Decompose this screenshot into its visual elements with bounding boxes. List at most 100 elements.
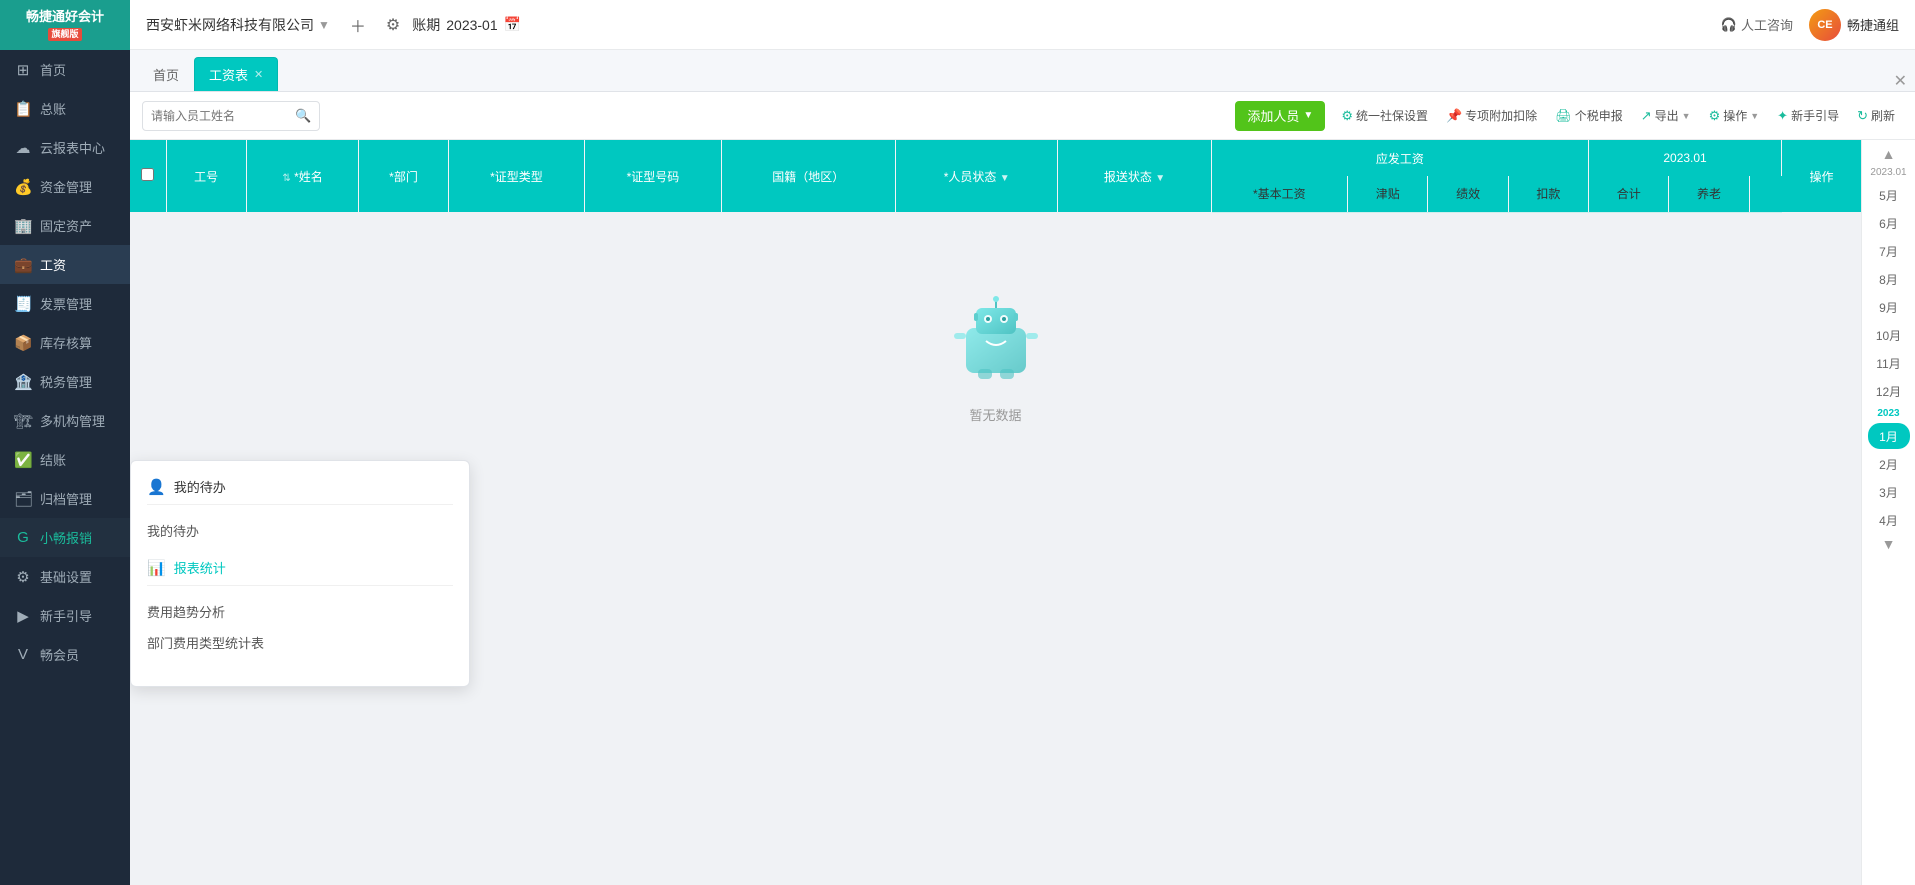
sidebar-item-multi-org[interactable]: 🏗 多机构管理 <box>0 401 130 440</box>
export-btn[interactable]: ↗ 导出 ▼ <box>1633 103 1699 128</box>
toolbar-actions: ⚙ 统一社保设置 📌 专项附加扣除 🖨 个税申报 ↗ 导出 ▼ ⚙ 操作 ▼ <box>1333 103 1903 128</box>
popup-card: 👤 我的待办 我的待办 📊 报表统计 费用趋势分析 部门费用类型统计表 <box>130 460 470 687</box>
sidebar-item-fund-mgmt[interactable]: 💰 资金管理 <box>0 167 130 206</box>
sidebar-label-archive: 归档管理 <box>40 489 92 508</box>
popup-section-reports: 📊 报表统计 费用趋势分析 部门费用类型统计表 <box>147 558 453 658</box>
close-all-tabs[interactable]: ✕ <box>1894 71 1907 91</box>
user-profile[interactable]: CE 畅捷通组 <box>1809 9 1899 41</box>
empty-text: 暂无数据 <box>969 405 1021 424</box>
search-input[interactable] <box>151 109 291 123</box>
timeline-month-11[interactable]: 11月 <box>1868 350 1910 376</box>
sidebar-item-settle[interactable]: ✅ 结账 <box>0 440 130 479</box>
sidebar-icon-cloud-report: ☁ <box>14 139 32 157</box>
app-logo: 畅捷通好会计 旗舰版 <box>0 0 130 50</box>
th-deductions: 扣款 <box>1508 176 1588 212</box>
unified-social-btn[interactable]: ⚙ 统一社保设置 <box>1333 103 1436 128</box>
support-label: 人工咨询 <box>1741 15 1793 34</box>
th-base-salary: *基本工资 <box>1211 176 1347 212</box>
timeline-month-10[interactable]: 10月 <box>1868 322 1910 348</box>
th-2023-01: 2023.01 <box>1589 140 1782 176</box>
checkbox-header[interactable] <box>130 140 166 212</box>
th-allowance: 津贴 <box>1348 176 1428 212</box>
new-guide-btn[interactable]: ✦ 新手引导 <box>1769 103 1847 128</box>
timeline-up-nav[interactable]: ▲ <box>1874 144 1904 164</box>
sidebar-item-cloud-report[interactable]: ☁ 云报表中心 <box>0 128 130 167</box>
th-should-pay: 应发工资 <box>1211 140 1588 176</box>
sidebar-item-home[interactable]: ⊞ 首页 <box>0 50 130 89</box>
timeline-month-7[interactable]: 7月 <box>1868 238 1910 264</box>
add-icon[interactable]: ＋ <box>346 9 370 41</box>
add-person-dropdown-arrow: ▼ <box>1303 110 1313 121</box>
sidebar-item-invoice-mgmt[interactable]: 🧾 发票管理 <box>0 284 130 323</box>
unified-social-label: 统一社保设置 <box>1356 107 1428 124</box>
sidebar-item-salary[interactable]: 💼 工资 <box>0 245 130 284</box>
export-arrow: ▼ <box>1682 111 1691 121</box>
sidebar-item-basic-settings[interactable]: ⚙ 基础设置 <box>0 557 130 596</box>
support-icon: 🎧 <box>1721 17 1737 33</box>
th-nationality: 国籍（地区） <box>721 140 895 212</box>
popup-section-todo: 👤 我的待办 我的待办 <box>147 477 453 546</box>
add-person-button[interactable]: 添加人员 ▼ <box>1235 101 1325 131</box>
individual-tax-btn[interactable]: 🖨 个税申报 <box>1547 103 1631 128</box>
popup-link-my-todo[interactable]: 我的待办 <box>147 515 453 546</box>
operations-icon: ⚙ <box>1709 108 1721 124</box>
new-guide-icon: ✦ <box>1777 108 1788 124</box>
sidebar-icon-archive: 🗂 <box>14 490 32 508</box>
sidebar-item-tax-mgmt[interactable]: 🏦 税务管理 <box>0 362 130 401</box>
filter-report-status[interactable]: ▼ <box>1155 173 1165 184</box>
tab-home[interactable]: 首页 <box>138 57 194 91</box>
refresh-icon: ↻ <box>1857 108 1868 124</box>
refresh-label: 刷新 <box>1871 107 1895 124</box>
individual-tax-label: 个税申报 <box>1575 107 1623 124</box>
timeline-month-4[interactable]: 4月 <box>1868 507 1910 533</box>
period-label: 账期 <box>412 15 440 35</box>
tabs-bar: 首页 工资表 ✕ ✕ <box>130 50 1915 92</box>
timeline-month-9[interactable]: 9月 <box>1868 294 1910 320</box>
timeline-month-2[interactable]: 2月 <box>1868 451 1910 477</box>
timeline-month-3[interactable]: 3月 <box>1868 479 1910 505</box>
sidebar-item-new-guide[interactable]: ▶ 新手引导 <box>0 596 130 635</box>
sidebar-icon-multi-org: 🏗 <box>14 412 32 430</box>
timeline-month-1-active[interactable]: 1月 <box>1868 423 1910 449</box>
sidebar-label-inventory: 库存核算 <box>40 333 92 352</box>
refresh-btn[interactable]: ↻ 刷新 <box>1849 103 1903 128</box>
sidebar: 畅捷通好会计 旗舰版 ⊞ 首页 📋 总账 ☁ 云报表中心 💰 资金管理 🏢 固定… <box>0 0 130 885</box>
sidebar-icon-inventory: 📦 <box>14 334 32 352</box>
sidebar-item-member[interactable]: V 畅会员 <box>0 635 130 674</box>
content-area: 工号 ⇅ *姓名 *部门 *证型类型 *证型号码 国籍（地区） *人员状态 ▼ … <box>130 140 1915 885</box>
select-all-checkbox[interactable] <box>141 168 154 181</box>
support-button[interactable]: 🎧 人工咨询 <box>1721 15 1793 34</box>
sidebar-label-settle: 结账 <box>40 450 66 469</box>
filter-person-status[interactable]: ▼ <box>1000 173 1010 184</box>
th-performance: 绩效 <box>1428 176 1508 212</box>
timeline-month-5[interactable]: 5月 <box>1868 182 1910 208</box>
operations-btn[interactable]: ⚙ 操作 ▼ <box>1701 103 1768 128</box>
popup-link-dept-expense[interactable]: 部门费用类型统计表 <box>147 627 453 658</box>
timeline-down-nav[interactable]: ▼ <box>1874 534 1904 554</box>
tab-salary[interactable]: 工资表 ✕ <box>194 57 278 91</box>
timeline-month-12[interactable]: 12月 <box>1868 378 1910 404</box>
sidebar-item-xiaochang-report[interactable]: G 小畅报销 <box>0 518 130 557</box>
timeline-month-8[interactable]: 8月 <box>1868 266 1910 292</box>
tab-salary-close[interactable]: ✕ <box>254 68 263 81</box>
sidebar-icon-general-ledger: 📋 <box>14 100 32 118</box>
sidebar-label-fund-mgmt: 资金管理 <box>40 177 92 196</box>
calendar-icon[interactable]: 📅 <box>504 16 521 33</box>
th-report-status: 报送状态 ▼ <box>1058 140 1211 212</box>
sidebar-item-archive[interactable]: 🗂 归档管理 <box>0 479 130 518</box>
search-icon[interactable]: 🔍 <box>295 108 311 124</box>
sidebar-label-salary: 工资 <box>40 255 66 274</box>
sidebar-item-general-ledger[interactable]: 📋 总账 <box>0 89 130 128</box>
timeline-month-6[interactable]: 6月 <box>1868 210 1910 236</box>
settings-icon[interactable]: ⚙ <box>382 11 404 39</box>
sidebar-label-multi-org: 多机构管理 <box>40 411 105 430</box>
operations-label: 操作 <box>1723 107 1747 124</box>
popup-link-expense-trend[interactable]: 费用趋势分析 <box>147 596 453 627</box>
special-deduct-label: 专项附加扣除 <box>1465 107 1537 124</box>
tab-salary-label: 工资表 <box>209 65 248 84</box>
sidebar-item-fixed-assets[interactable]: 🏢 固定资产 <box>0 206 130 245</box>
special-deduct-btn[interactable]: 📌 专项附加扣除 <box>1438 103 1545 128</box>
logo-main-text: 畅捷通好会计 <box>26 9 104 25</box>
sidebar-item-inventory[interactable]: 📦 库存核算 <box>0 323 130 362</box>
company-selector[interactable]: 西安虾米网络科技有限公司 ▼ <box>146 15 330 35</box>
